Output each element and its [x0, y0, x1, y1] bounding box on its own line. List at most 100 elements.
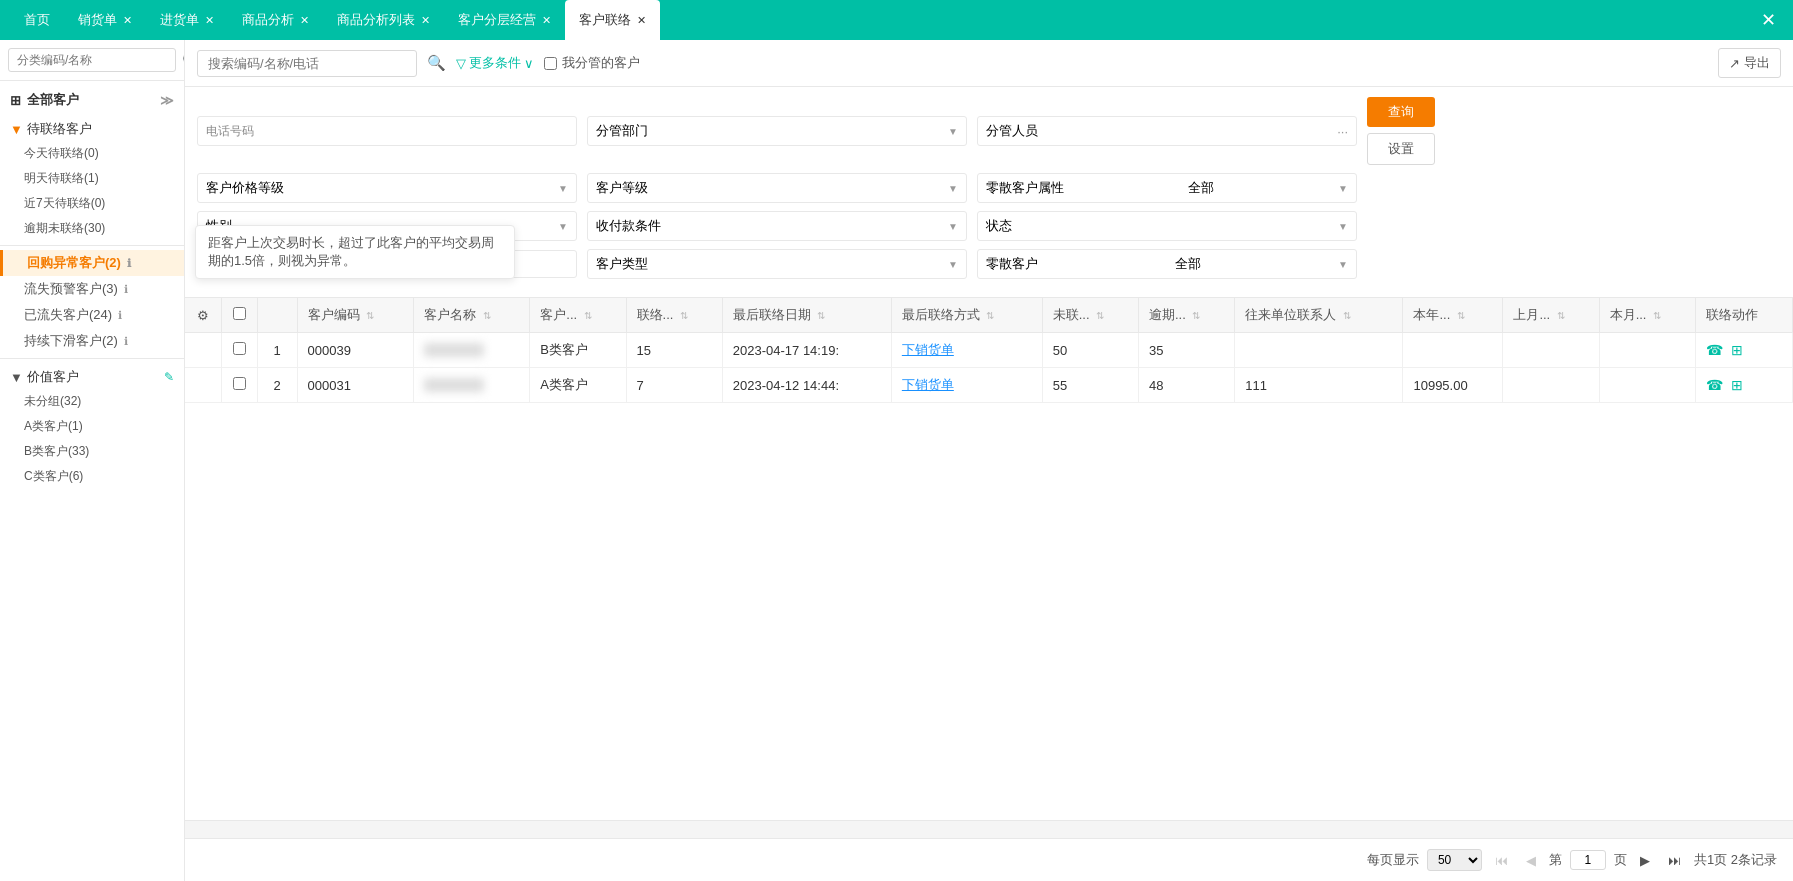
- sort-icon-name[interactable]: ⇅: [483, 310, 491, 321]
- retail-attr-select[interactable]: 零散客户属性 全部 ▼: [977, 173, 1357, 203]
- sort-icon-code[interactable]: ⇅: [366, 310, 374, 321]
- per-page-select[interactable]: 50 20 100: [1427, 849, 1482, 871]
- sidebar-item-overdue[interactable]: 逾期未联络(30): [0, 216, 184, 241]
- col-unread-header[interactable]: 未联... ⇅: [1042, 298, 1138, 333]
- col-this-year-header[interactable]: 本年... ⇅: [1403, 298, 1503, 333]
- row1-code: 000039: [297, 333, 413, 368]
- col-overdue-header[interactable]: 逾期... ⇅: [1139, 298, 1235, 333]
- sidebar-section-pending[interactable]: ▼ 待联络客户: [0, 115, 184, 141]
- page-input[interactable]: [1570, 850, 1606, 870]
- row2-link-icon[interactable]: ⊞: [1731, 377, 1743, 393]
- col-settings-header[interactable]: ⚙: [185, 298, 221, 333]
- grade-select[interactable]: 客户等级 ▼: [587, 173, 967, 203]
- next-page-button[interactable]: ▶: [1635, 851, 1655, 870]
- row2-name[interactable]: [413, 368, 529, 403]
- sidebar-item-churned[interactable]: 已流失客户(24) ℹ: [0, 302, 184, 328]
- sort-icon-last-date[interactable]: ⇅: [817, 310, 825, 321]
- window-close-button[interactable]: ✕: [1753, 5, 1783, 35]
- row2-phone-icon[interactable]: ☎: [1706, 377, 1723, 393]
- sort-icon-this-month[interactable]: ⇅: [1653, 310, 1661, 321]
- sidebar-item-class-a[interactable]: A类客户(1): [0, 414, 184, 439]
- export-button[interactable]: ↗ 导出: [1718, 48, 1781, 78]
- row1-checkbox[interactable]: [221, 333, 257, 368]
- sort-icon-overdue[interactable]: ⇅: [1192, 310, 1200, 321]
- nav-analysis-list-close[interactable]: ✕: [421, 14, 430, 27]
- col-this-month-header[interactable]: 本月... ⇅: [1599, 298, 1695, 333]
- nav-segment-close[interactable]: ✕: [542, 14, 551, 27]
- sidebar-item-tomorrow[interactable]: 明天待联络(1): [0, 166, 184, 191]
- sort-icon-category[interactable]: ⇅: [584, 310, 592, 321]
- sidebar-item-7days[interactable]: 近7天待联络(0): [0, 191, 184, 216]
- status-select[interactable]: 状态 ▼: [977, 211, 1357, 241]
- nav-purchase-close[interactable]: ✕: [205, 14, 214, 27]
- staff-select[interactable]: 分管人员 ···: [977, 116, 1357, 146]
- col-contact-header[interactable]: 联络... ⇅: [626, 298, 722, 333]
- prev-page-button[interactable]: ◀: [1521, 851, 1541, 870]
- row1-select[interactable]: [233, 342, 246, 355]
- row1-action-icons: ☎ ⊞: [1706, 342, 1782, 358]
- sidebar-item-class-b[interactable]: B类客户(33): [0, 439, 184, 464]
- sidebar-item-churn-warning[interactable]: 流失预警客户(3) ℹ: [0, 276, 184, 302]
- sort-icon-contact[interactable]: ⇅: [680, 310, 688, 321]
- col-last-month-header[interactable]: 上月... ⇅: [1503, 298, 1599, 333]
- filter-search-button[interactable]: 🔍: [427, 54, 446, 72]
- select-all-checkbox[interactable]: [233, 307, 246, 320]
- nav-home[interactable]: 首页: [10, 0, 64, 40]
- col-category-header[interactable]: 客户... ⇅: [530, 298, 626, 333]
- dept-select[interactable]: 分管部门 ▼: [587, 116, 967, 146]
- sidebar-all-customers[interactable]: ⊞ 全部客户 ≫: [0, 85, 184, 115]
- nav-sales[interactable]: 销货单 ✕: [64, 0, 146, 40]
- sidebar-item-today[interactable]: 今天待联络(0): [0, 141, 184, 166]
- sidebar-item-class-c[interactable]: C类客户(6): [0, 464, 184, 489]
- sidebar-value-section[interactable]: ▼ 价值客户 ✎: [0, 363, 184, 389]
- filter-search-input[interactable]: [197, 50, 417, 77]
- row1-name[interactable]: [413, 333, 529, 368]
- nav-analysis-close[interactable]: ✕: [300, 14, 309, 27]
- sidebar-search-input[interactable]: [8, 48, 176, 72]
- row1-phone-icon[interactable]: ☎: [1706, 342, 1723, 358]
- col-contacts-header[interactable]: 往来单位联系人 ⇅: [1235, 298, 1403, 333]
- horizontal-scrollbar[interactable]: [185, 820, 1793, 838]
- customer-type-select[interactable]: 客户类型 ▼: [587, 249, 967, 279]
- nav-contact-close[interactable]: ✕: [637, 14, 646, 27]
- more-conditions-toggle[interactable]: ▽ 更多条件 ∨: [456, 54, 534, 72]
- nav-customer-segment[interactable]: 客户分层经营 ✕: [444, 0, 565, 40]
- sort-icon-last-month[interactable]: ⇅: [1557, 310, 1565, 321]
- price-grade-select[interactable]: 客户价格等级 ▼: [197, 173, 577, 203]
- col-code-header[interactable]: 客户编码 ⇅: [297, 298, 413, 333]
- sidebar-item-declining[interactable]: 持续下滑客户(2) ℹ: [0, 328, 184, 354]
- gear-icon[interactable]: ⚙: [197, 308, 209, 323]
- nav-sales-close[interactable]: ✕: [123, 14, 132, 27]
- col-last-date-header[interactable]: 最后联络日期 ⇅: [722, 298, 891, 333]
- my-customers-checkbox-area[interactable]: 我分管的客户: [544, 54, 640, 72]
- sort-icon-contacts[interactable]: ⇅: [1343, 310, 1351, 321]
- my-customers-checkbox[interactable]: [544, 57, 557, 70]
- col-last-method-header[interactable]: 最后联络方式 ⇅: [891, 298, 1042, 333]
- row2-last-method[interactable]: 下销货单: [891, 368, 1042, 403]
- retail-customer-select[interactable]: 零散客户 全部 ▼: [977, 249, 1357, 279]
- row1-link-icon[interactable]: ⊞: [1731, 342, 1743, 358]
- first-page-button[interactable]: ⏮: [1490, 851, 1513, 870]
- payment-select[interactable]: 收付款条件 ▼: [587, 211, 967, 241]
- last-page-button[interactable]: ⏭: [1663, 851, 1686, 870]
- row1-last-method[interactable]: 下销货单: [891, 333, 1042, 368]
- nav-analysis-list[interactable]: 商品分析列表 ✕: [323, 0, 444, 40]
- sidebar-item-repurchase-abnormal[interactable]: 回购异常客户(2) ℹ: [0, 250, 184, 276]
- col-checkbox-header[interactable]: [221, 298, 257, 333]
- sort-icon-this-year[interactable]: ⇅: [1457, 310, 1465, 321]
- row2-select[interactable]: [233, 377, 246, 390]
- nav-customer-contact[interactable]: 客户联络 ✕: [565, 0, 660, 40]
- settings-button[interactable]: 设置: [1367, 133, 1435, 165]
- phone-field: 电话号码: [197, 116, 577, 146]
- sidebar-collapse-btn[interactable]: ≫: [160, 93, 174, 108]
- edit-icon[interactable]: ✎: [164, 370, 174, 384]
- nav-analysis[interactable]: 商品分析 ✕: [228, 0, 323, 40]
- query-button[interactable]: 查询: [1367, 97, 1435, 127]
- nav-purchase[interactable]: 进货单 ✕: [146, 0, 228, 40]
- col-name-header[interactable]: 客户名称 ⇅: [413, 298, 529, 333]
- filter-bar: 🔍 ▽ 更多条件 ∨ 我分管的客户 ↗ 导出: [185, 40, 1793, 87]
- sort-icon-unread[interactable]: ⇅: [1096, 310, 1104, 321]
- sort-icon-last-method[interactable]: ⇅: [986, 310, 994, 321]
- sidebar-item-ungroup[interactable]: 未分组(32): [0, 389, 184, 414]
- row2-checkbox[interactable]: [221, 368, 257, 403]
